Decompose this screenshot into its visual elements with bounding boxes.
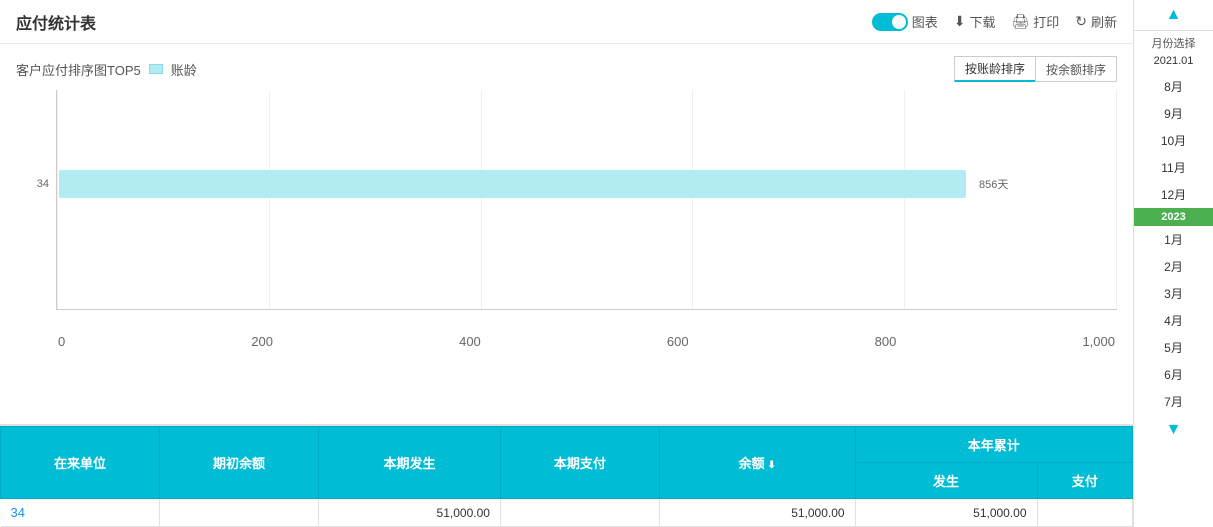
sidebar-down-arrow[interactable]: ▼ bbox=[1134, 415, 1213, 445]
td-benfasheng: 51,000.00 bbox=[319, 499, 501, 527]
unit-link[interactable]: 34 bbox=[11, 505, 25, 520]
th-yue: 余额 ⬇ bbox=[659, 427, 855, 499]
chart-sort-buttons: 按账龄排序 按余额排序 bbox=[954, 56, 1117, 82]
sidebar-month-11[interactable]: 11月 bbox=[1134, 154, 1213, 181]
th-nianleiji: 本年累计 bbox=[855, 427, 1132, 463]
th-unit: 在来单位 bbox=[1, 427, 160, 499]
bar-end-label-0: 856天 bbox=[979, 176, 1008, 192]
legend-title: 客户应付排序图TOP5 bbox=[16, 60, 141, 79]
th-nian-zhifu: 支付 bbox=[1037, 463, 1132, 499]
bar-0: 856天 bbox=[59, 170, 966, 198]
download-button[interactable]: ⬇ 下载 bbox=[954, 12, 996, 31]
bar-row-0: 34 856天 bbox=[57, 170, 1117, 198]
sidebar-months: 8月 9月 10月 11月 12月 2023 1月 2月 3月 4月 5月 6月… bbox=[1134, 73, 1213, 415]
chart-header: 客户应付排序图TOP5 账龄 按账龄排序 按余额排序 bbox=[16, 56, 1117, 82]
gridline-600 bbox=[692, 90, 693, 309]
th-qichu: 期初余额 bbox=[160, 427, 319, 499]
sidebar-month-1[interactable]: 1月 bbox=[1134, 226, 1213, 253]
gridline-800 bbox=[904, 90, 905, 309]
sidebar: ▲ 月份选择 2021.01 8月 9月 10月 11月 12月 2023 1月… bbox=[1133, 0, 1213, 527]
sidebar-month-10[interactable]: 10月 bbox=[1134, 127, 1213, 154]
chart-toggle[interactable]: 图表 bbox=[872, 12, 938, 31]
print-icon: 🖨 bbox=[1011, 13, 1029, 30]
gridline-0 bbox=[57, 90, 58, 309]
sidebar-title: 月份选择 bbox=[1134, 30, 1213, 53]
table-area: 在来单位 期初余额 本期发生 本期支付 余额 ⬇ 本年累计 发生 支付 34 5… bbox=[0, 424, 1133, 527]
toggle-switch-icon[interactable] bbox=[872, 13, 908, 31]
th-nian-fasheng: 发生 bbox=[855, 463, 1037, 499]
table-row: 34 51,000.00 51,000.00 51,000.00 bbox=[1, 499, 1133, 527]
x-label-800: 800 bbox=[875, 334, 897, 349]
header-actions: 图表 ⬇ 下载 🖨 打印 ↻ 刷新 bbox=[872, 12, 1117, 31]
refresh-icon: ↻ bbox=[1075, 13, 1087, 30]
bar-label-0: 34 bbox=[19, 178, 49, 190]
td-qichu bbox=[160, 499, 319, 527]
th-benzbifu: 本期支付 bbox=[500, 427, 659, 499]
sidebar-selected-date: 2021.01 bbox=[1134, 53, 1213, 73]
sort-by-balance-button[interactable]: 按余额排序 bbox=[1035, 56, 1117, 82]
sort-by-age-button[interactable]: 按账龄排序 bbox=[954, 56, 1035, 82]
page-title: 应付统计表 bbox=[16, 10, 96, 34]
td-nian-fasheng: 51,000.00 bbox=[855, 499, 1037, 527]
x-label-200: 200 bbox=[251, 334, 273, 349]
sidebar-month-8[interactable]: 8月 bbox=[1134, 73, 1213, 100]
chart-container: 34 856天 0 200 400 600 800 1,000 bbox=[16, 90, 1117, 370]
sidebar-month-2[interactable]: 2月 bbox=[1134, 253, 1213, 280]
x-label-0: 0 bbox=[58, 334, 65, 349]
sidebar-year-2023: 2023 bbox=[1134, 208, 1213, 226]
sidebar-month-5[interactable]: 5月 bbox=[1134, 334, 1213, 361]
data-table: 在来单位 期初余额 本期发生 本期支付 余额 ⬇ 本年累计 发生 支付 34 5… bbox=[0, 426, 1133, 527]
print-label: 打印 bbox=[1033, 12, 1059, 31]
gridline-1000 bbox=[1116, 90, 1117, 309]
x-label-400: 400 bbox=[459, 334, 481, 349]
sidebar-month-4[interactable]: 4月 bbox=[1134, 307, 1213, 334]
sidebar-month-6[interactable]: 6月 bbox=[1134, 361, 1213, 388]
legend-box bbox=[149, 64, 163, 74]
x-label-1000: 1,000 bbox=[1082, 334, 1115, 349]
chart-area: 客户应付排序图TOP5 账龄 按账龄排序 按余额排序 bbox=[0, 44, 1133, 424]
gridline-200 bbox=[269, 90, 270, 309]
td-benzhifu bbox=[500, 499, 659, 527]
td-unit: 34 bbox=[1, 499, 160, 527]
sidebar-up-arrow[interactable]: ▲ bbox=[1134, 0, 1213, 30]
chart-bars: 34 856天 bbox=[56, 90, 1117, 310]
th-benfasheng: 本期发生 bbox=[319, 427, 501, 499]
x-gridlines bbox=[57, 90, 1117, 309]
refresh-button[interactable]: ↻ 刷新 bbox=[1075, 12, 1117, 31]
td-yue: 51,000.00 bbox=[659, 499, 855, 527]
sidebar-month-3[interactable]: 3月 bbox=[1134, 280, 1213, 307]
sidebar-month-12[interactable]: 12月 bbox=[1134, 181, 1213, 208]
table-header-row: 在来单位 期初余额 本期发生 本期支付 余额 ⬇ 本年累计 bbox=[1, 427, 1133, 463]
sidebar-month-7[interactable]: 7月 bbox=[1134, 388, 1213, 415]
td-nian-zhifu bbox=[1037, 499, 1132, 527]
chart-label: 图表 bbox=[912, 12, 938, 31]
legend-box-label: 账龄 bbox=[171, 60, 197, 79]
x-axis: 0 200 400 600 800 1,000 bbox=[56, 334, 1117, 349]
refresh-label: 刷新 bbox=[1091, 12, 1117, 31]
download-label: 下载 bbox=[969, 12, 995, 31]
gridline-400 bbox=[481, 90, 482, 309]
print-button[interactable]: 🖨 打印 bbox=[1011, 12, 1059, 31]
sidebar-month-9[interactable]: 9月 bbox=[1134, 100, 1213, 127]
chart-legend: 客户应付排序图TOP5 账龄 bbox=[16, 60, 197, 79]
download-icon: ⬇ bbox=[954, 13, 966, 30]
x-label-600: 600 bbox=[667, 334, 689, 349]
